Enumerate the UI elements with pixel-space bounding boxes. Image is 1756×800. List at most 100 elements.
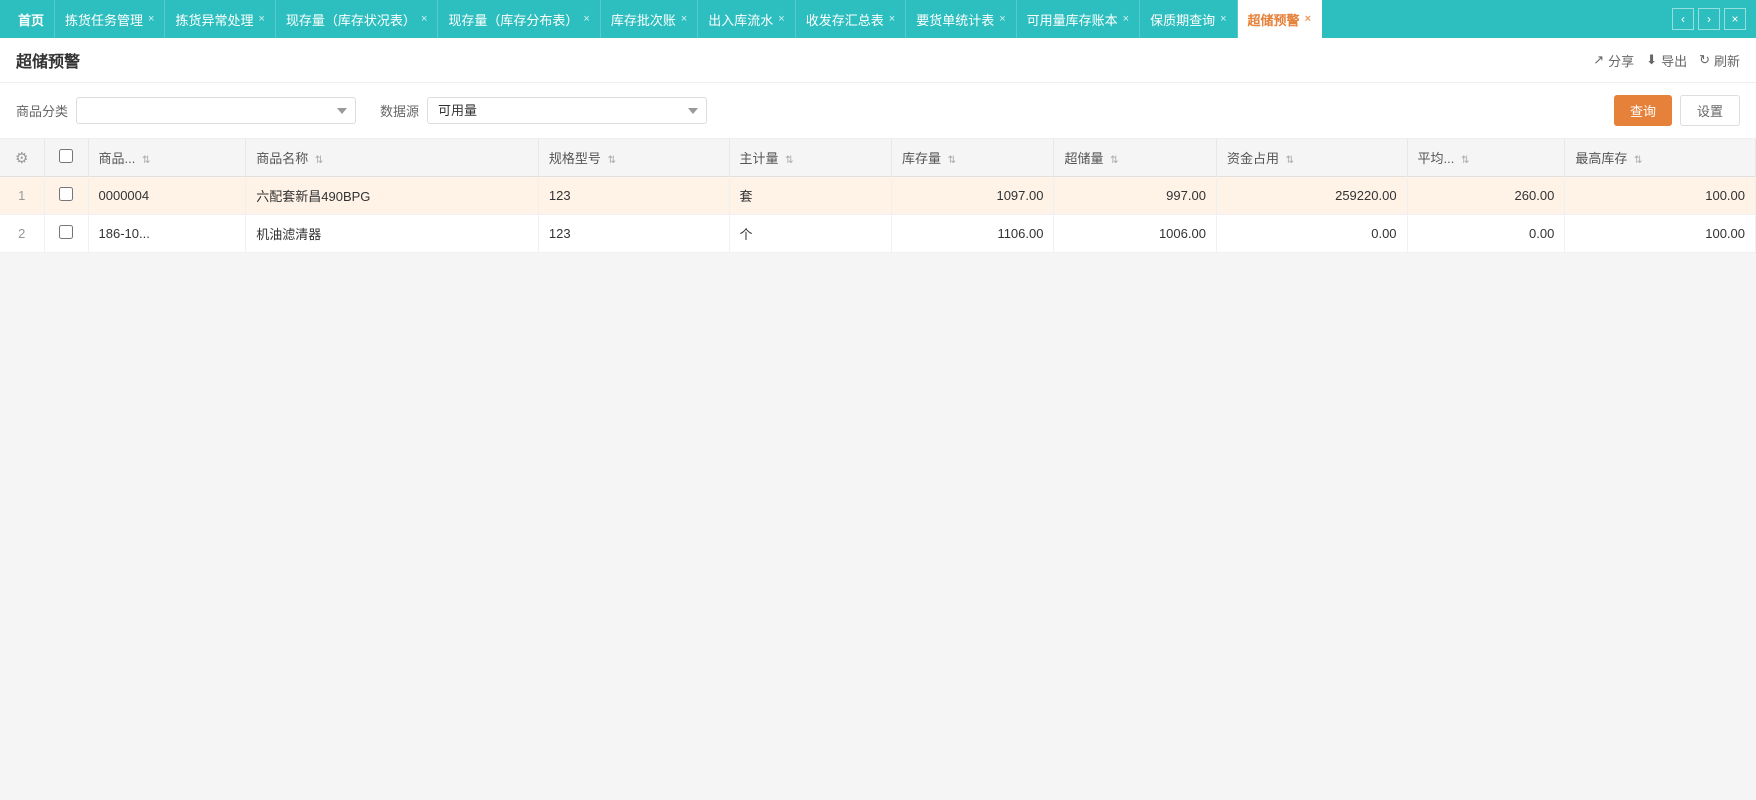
topbar-next-btn[interactable]: › [1698,8,1720,30]
category-label: 商品分类 [16,101,68,120]
cell-unit: 个 [729,215,891,253]
table-wrapper: ⚙ 商品... ⇅ 商品名称 ⇅ 规格型号 ⇅ 主计量 [0,139,1756,253]
topbar-item-available[interactable]: 可用量库存账本 × [1017,0,1140,38]
topbar-item-batch[interactable]: 库存批次账 × [601,0,698,38]
topbar-item-label: 保质期查询 [1150,10,1215,29]
close-icon[interactable]: × [421,13,427,25]
cell-max-stock: 100.00 [1565,177,1756,215]
close-icon[interactable]: × [999,13,1005,25]
close-icon[interactable]: × [778,13,784,25]
col-max-stock[interactable]: 最高库存 ⇅ [1565,139,1756,177]
topbar-prev-btn[interactable]: ‹ [1672,8,1694,30]
topbar-right: ‹ › × [1670,8,1748,30]
close-icon[interactable]: × [1123,13,1129,25]
close-icon[interactable]: × [583,13,589,25]
cell-overstock: 997.00 [1054,177,1216,215]
sort-icon-capital: ⇅ [1286,155,1294,166]
col-unit[interactable]: 主计量 ⇅ [729,139,891,177]
close-icon[interactable]: × [258,13,264,25]
topbar-item-label: 超储预警 [1248,10,1300,29]
page-header: 超储预警 ↗ 分享 ⬇ 导出 ↻ 刷新 [0,38,1756,83]
datasource-select[interactable]: 可用量 [427,97,707,124]
col-capital[interactable]: 资金占用 ⇅ [1216,139,1407,177]
topbar-item-inout[interactable]: 出入库流水 × [698,0,795,38]
table-header-row: ⚙ 商品... ⇅ 商品名称 ⇅ 规格型号 ⇅ 主计量 [0,139,1756,177]
sort-icon-unit: ⇅ [785,155,793,166]
close-icon[interactable]: × [889,13,895,25]
cell-rownum: 2 [0,215,44,253]
gear-icon[interactable]: ⚙ [15,150,28,167]
page-title: 超储预警 [16,48,80,72]
cell-code: 0000004 [88,177,246,215]
topbar-item-quality[interactable]: 保质期查询 × [1140,0,1237,38]
col-overstock[interactable]: 超储量 ⇅ [1054,139,1216,177]
cell-capital: 0.00 [1216,215,1407,253]
category-filter: 商品分类 [16,97,356,124]
col-name[interactable]: 商品名称 ⇅ [246,139,539,177]
topbar-item-label: 拣货异常处理 [175,10,253,29]
category-select[interactable] [76,97,356,124]
sort-icon-max-stock: ⇅ [1634,155,1642,166]
close-icon[interactable]: × [681,13,687,25]
close-icon[interactable]: × [148,13,154,25]
sort-icon-stock: ⇅ [948,155,956,166]
cell-checkbox [44,177,88,215]
topbar: 首页拣货任务管理×拣货异常处理×现存量（库存状况表）×现存量（库存分布表）×库存… [0,0,1756,38]
sort-icon-spec: ⇅ [608,155,616,166]
topbar-item-stock-status[interactable]: 现存量（库存状况表） × [276,0,438,38]
cell-unit: 套 [729,177,891,215]
refresh-button[interactable]: ↻ 刷新 [1699,51,1740,70]
topbar-item-label: 库存批次账 [611,10,676,29]
export-icon: ⬇ [1646,52,1657,68]
cell-overstock: 1006.00 [1054,215,1216,253]
topbar-item-stock-dist[interactable]: 现存量（库存分布表） × [438,0,600,38]
col-settings[interactable]: ⚙ [0,139,44,177]
cell-code: 186-10... [88,215,246,253]
query-button[interactable]: 查询 [1614,95,1672,126]
cell-rownum: 1 [0,177,44,215]
filter-bar: 商品分类 数据源 可用量 查询 设置 [0,83,1756,139]
share-button[interactable]: ↗ 分享 [1593,51,1634,70]
settings-button[interactable]: 设置 [1680,95,1740,126]
close-icon[interactable]: × [1220,13,1226,25]
cell-stock: 1106.00 [892,215,1054,253]
refresh-icon: ↻ [1699,52,1710,68]
topbar-item-label: 可用量库存账本 [1027,10,1118,29]
col-spec[interactable]: 规格型号 ⇅ [538,139,729,177]
cell-max-stock: 100.00 [1565,215,1756,253]
topbar-item-label: 收发存汇总表 [806,10,884,29]
share-icon: ↗ [1593,52,1604,68]
datasource-label: 数据源 [380,101,419,120]
row-checkbox[interactable] [59,187,73,201]
table-row: 10000004六配套新昌490BPG123套1097.00997.002592… [0,177,1756,215]
topbar-item-label: 拣货任务管理 [65,10,143,29]
col-avg[interactable]: 平均... ⇅ [1407,139,1565,177]
cell-name: 机油滤清器 [246,215,539,253]
cell-name: 六配套新昌490BPG [246,177,539,215]
topbar-item-task[interactable]: 拣货任务管理 × [55,0,165,38]
col-checkbox [44,139,88,177]
close-icon[interactable]: × [1305,13,1311,25]
topbar-item-label: 现存量（库存状况表） [286,10,416,29]
topbar-item-label: 现存量（库存分布表） [448,10,578,29]
cell-spec: 123 [538,215,729,253]
topbar-item-abnormal[interactable]: 拣货异常处理 × [165,0,275,38]
col-code[interactable]: 商品... ⇅ [88,139,246,177]
topbar-item-home[interactable]: 首页 [8,0,55,38]
topbar-item-overstock[interactable]: 超储预警 × [1238,0,1322,38]
row-checkbox[interactable] [59,225,73,239]
topbar-item-order-stat[interactable]: 要货单统计表 × [906,0,1016,38]
select-all-checkbox[interactable] [59,149,73,163]
topbar-more-btn[interactable]: × [1724,8,1746,30]
export-button[interactable]: ⬇ 导出 [1646,51,1687,70]
filter-actions: 查询 设置 [1614,95,1740,126]
topbar-item-label: 出入库流水 [708,10,773,29]
cell-spec: 123 [538,177,729,215]
cell-stock: 1097.00 [892,177,1054,215]
sort-icon-avg: ⇅ [1461,155,1469,166]
topbar-item-label: 要货单统计表 [916,10,994,29]
data-table: ⚙ 商品... ⇅ 商品名称 ⇅ 规格型号 ⇅ 主计量 [0,139,1756,253]
topbar-item-collect[interactable]: 收发存汇总表 × [796,0,906,38]
col-stock[interactable]: 库存量 ⇅ [892,139,1054,177]
cell-avg: 260.00 [1407,177,1565,215]
